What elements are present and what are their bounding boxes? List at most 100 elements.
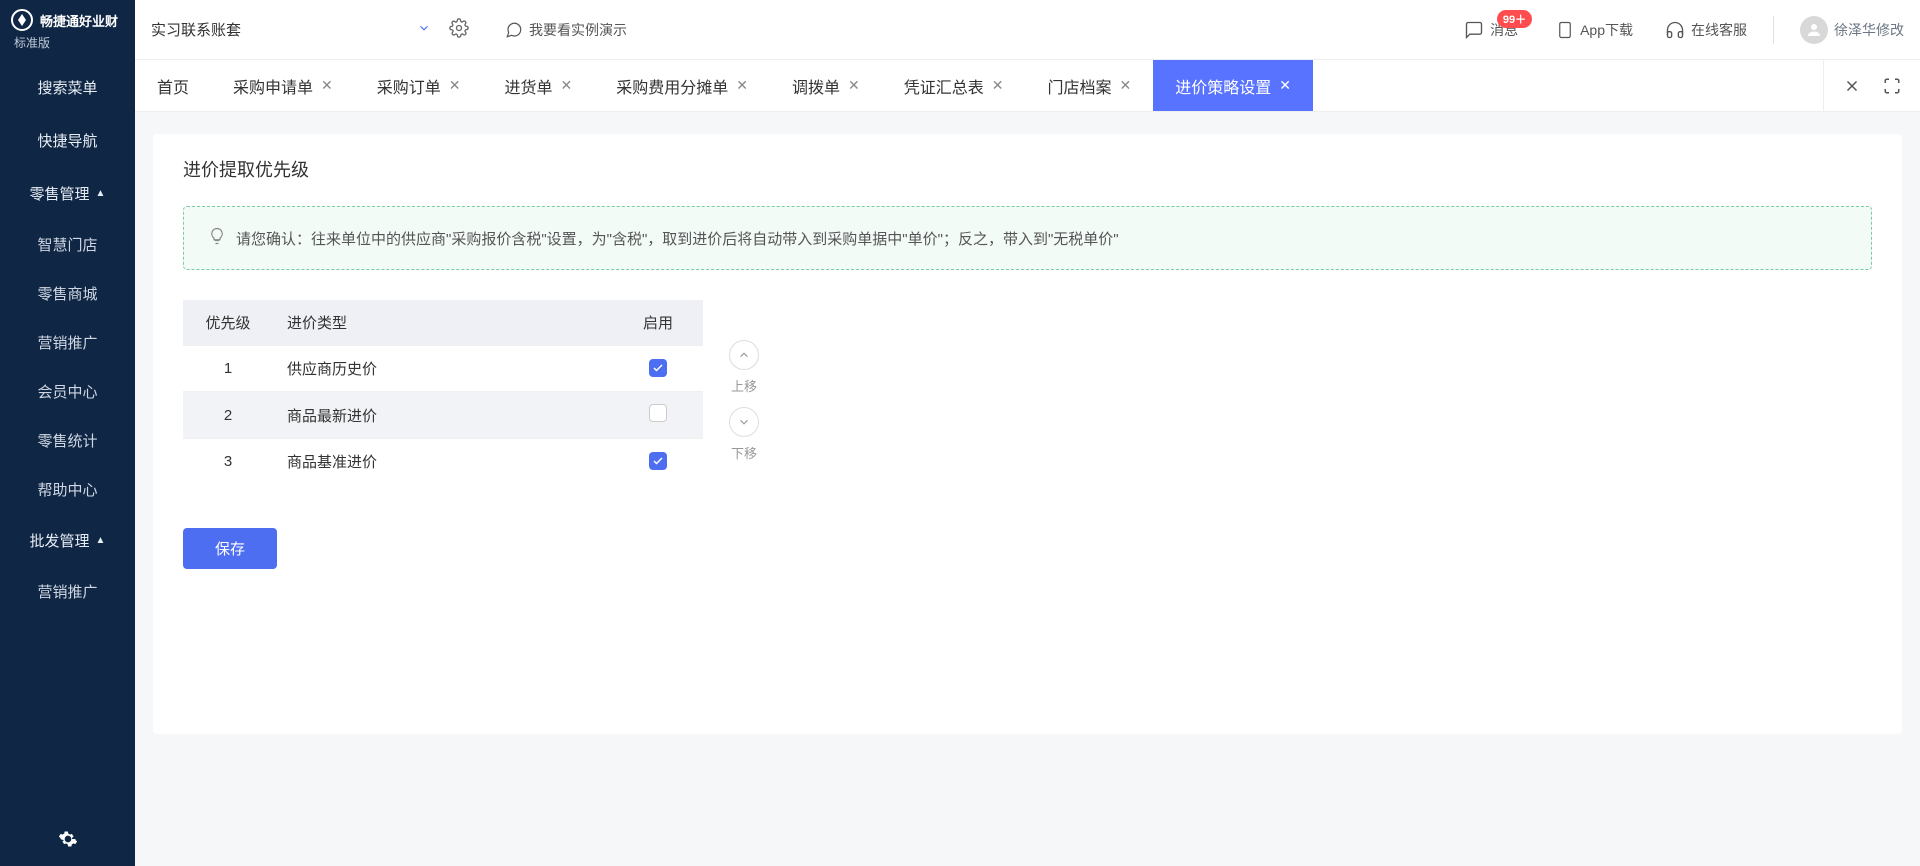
- account-name: 实习联系账套: [151, 19, 241, 40]
- close-icon[interactable]: ✕: [992, 77, 1004, 94]
- fullscreen-icon: [1883, 77, 1901, 95]
- username: 徐泽华修改: [1834, 20, 1904, 40]
- avatar: [1800, 16, 1828, 44]
- user-icon: [1805, 21, 1823, 39]
- tab[interactable]: 采购订单✕: [355, 60, 483, 111]
- sidebar-subitem-marketing[interactable]: 营销推广: [0, 318, 135, 367]
- tab-label: 凭证汇总表: [904, 74, 984, 98]
- col-type: 进价类型: [273, 300, 613, 346]
- tab-label: 调拨单: [792, 74, 840, 98]
- tab[interactable]: 调拨单 ✕: [770, 60, 882, 111]
- account-settings-button[interactable]: [449, 18, 469, 41]
- tab[interactable]: 凭证汇总表 ✕: [882, 60, 1026, 111]
- tab-label: 门店档案: [1048, 74, 1112, 98]
- enabled-checkbox[interactable]: [649, 452, 667, 470]
- move-down-button[interactable]: [729, 407, 759, 437]
- enabled-checkbox[interactable]: [649, 359, 667, 377]
- close-icon: [1843, 77, 1861, 95]
- close-icon[interactable]: ✕: [449, 77, 461, 94]
- sidebar-subitem-wholesale-marketing[interactable]: 营销推广: [0, 567, 135, 616]
- content-area: 进价提取优先级 请您确认：往来单位中的供应商"采购报价含税"设置，为"含税"，取…: [135, 112, 1920, 866]
- cell-priority: 1: [183, 346, 273, 392]
- brand-edition: 标准版: [0, 34, 135, 61]
- close-icon[interactable]: ✕: [848, 77, 860, 94]
- sidebar-subitem-member[interactable]: 会员中心: [0, 367, 135, 416]
- panel: 进价提取优先级 请您确认：往来单位中的供应商"采购报价含税"设置，为"含税"，取…: [153, 134, 1902, 734]
- sidebar-subitem-retail-stats[interactable]: 零售统计: [0, 416, 135, 465]
- move-controls: 上移 下移: [729, 300, 759, 468]
- sidebar-item-wholesale[interactable]: 批发管理▲: [0, 514, 135, 567]
- user-menu[interactable]: 徐泽华修改: [1800, 16, 1904, 44]
- support-button[interactable]: 在线客服: [1665, 20, 1747, 40]
- sidebar-item-search-menu[interactable]: 搜索菜单: [0, 61, 135, 114]
- table-row[interactable]: 3商品基准进价: [183, 439, 703, 485]
- move-down-label: 下移: [731, 443, 757, 462]
- tip-text: 请您确认：往来单位中的供应商"采购报价含税"设置，为"含税"，取到进价后将自动带…: [236, 228, 1119, 249]
- tab-label: 进货单: [505, 74, 553, 98]
- support-label: 在线客服: [1691, 20, 1747, 40]
- sidebar-item-retail[interactable]: 零售管理▲: [0, 167, 135, 220]
- download-label: App下载: [1580, 20, 1633, 40]
- chevron-down-icon: [737, 415, 751, 429]
- check-icon: [652, 362, 664, 374]
- tab[interactable]: 门店档案 ✕: [1026, 60, 1154, 111]
- cell-enabled: [613, 392, 703, 439]
- header: 实习联系账套 我要看实例演示 消息 99＋ App下载: [135, 0, 1920, 60]
- close-icon[interactable]: ✕: [1279, 77, 1291, 94]
- tab[interactable]: 进货单 ✕: [483, 60, 595, 111]
- gear-icon: [449, 18, 469, 38]
- enabled-checkbox[interactable]: [649, 404, 667, 422]
- tab[interactable]: 采购申请单 ✕: [211, 60, 355, 111]
- sidebar: 畅捷通好业财 标准版 搜索菜单 快捷导航 零售管理▲ 智慧门店 零售商城 营销推…: [0, 0, 135, 866]
- cell-type: 供应商历史价: [273, 346, 613, 392]
- cell-priority: 3: [183, 439, 273, 485]
- move-up-label: 上移: [731, 376, 757, 395]
- tabs-list: 首页采购申请单✕采购订单✕进货单✕采购费用分摊单✕调拨单✕凭证汇总表✕门店档案✕…: [135, 60, 1823, 111]
- fullscreen-button[interactable]: [1876, 70, 1908, 102]
- demo-link[interactable]: 我要看实例演示: [505, 20, 627, 40]
- tab[interactable]: 采购费用分摊单✕: [594, 60, 770, 111]
- tab-label: 采购申请单: [233, 74, 313, 98]
- logo-icon: [10, 8, 34, 32]
- page-title: 进价提取优先级: [183, 156, 1872, 182]
- save-button[interactable]: 保存: [183, 528, 277, 569]
- sidebar-settings[interactable]: [0, 815, 135, 866]
- tab-label: 首页: [157, 74, 189, 98]
- lightbulb-icon: [208, 227, 226, 249]
- col-enabled: 启用: [613, 300, 703, 346]
- gear-icon: [58, 829, 78, 849]
- close-icon[interactable]: ✕: [736, 77, 748, 94]
- tabs-actions: [1823, 60, 1920, 111]
- messages-button[interactable]: 消息 99＋: [1464, 20, 1518, 40]
- message-icon: [1464, 20, 1484, 40]
- headset-icon: [1665, 20, 1685, 40]
- close-icon[interactable]: ✕: [1120, 77, 1132, 94]
- close-all-tabs-button[interactable]: [1836, 70, 1868, 102]
- brand-logo: 畅捷通好业财: [0, 0, 135, 34]
- sidebar-item-quick-nav[interactable]: 快捷导航: [0, 114, 135, 167]
- sidebar-subitem-help[interactable]: 帮助中心: [0, 465, 135, 514]
- table-row[interactable]: 1供应商历史价: [183, 346, 703, 392]
- caret-up-icon: ▲: [96, 535, 106, 546]
- priority-table: 优先级 进价类型 启用 1供应商历史价2商品最新进价3商品基准进价: [183, 300, 703, 484]
- tab-label: 进价策略设置: [1175, 74, 1271, 98]
- brand-name: 畅捷通好业财: [40, 11, 118, 30]
- messages-badge: 99＋: [1497, 10, 1532, 28]
- move-up-button[interactable]: [729, 340, 759, 370]
- tab[interactable]: 首页: [135, 60, 211, 111]
- phone-icon: [1556, 21, 1574, 39]
- account-selector[interactable]: 实习联系账套: [151, 19, 431, 40]
- sidebar-menu: 搜索菜单 快捷导航 零售管理▲ 智慧门店 零售商城 营销推广 会员中心 零售统计…: [0, 61, 135, 815]
- close-icon[interactable]: ✕: [321, 77, 333, 94]
- chat-icon: [505, 21, 523, 39]
- cell-enabled: [613, 439, 703, 485]
- chevron-up-icon: [737, 348, 751, 362]
- sidebar-subitem-retail-mall[interactable]: 零售商城: [0, 269, 135, 318]
- app-download-button[interactable]: App下载: [1556, 20, 1633, 40]
- table-row[interactable]: 2商品最新进价: [183, 392, 703, 439]
- sidebar-subitem-smart-store[interactable]: 智慧门店: [0, 220, 135, 269]
- tab[interactable]: 进价策略设置 ✕: [1153, 60, 1313, 111]
- close-icon[interactable]: ✕: [561, 77, 573, 94]
- demo-link-label: 我要看实例演示: [529, 20, 627, 40]
- check-icon: [652, 455, 664, 467]
